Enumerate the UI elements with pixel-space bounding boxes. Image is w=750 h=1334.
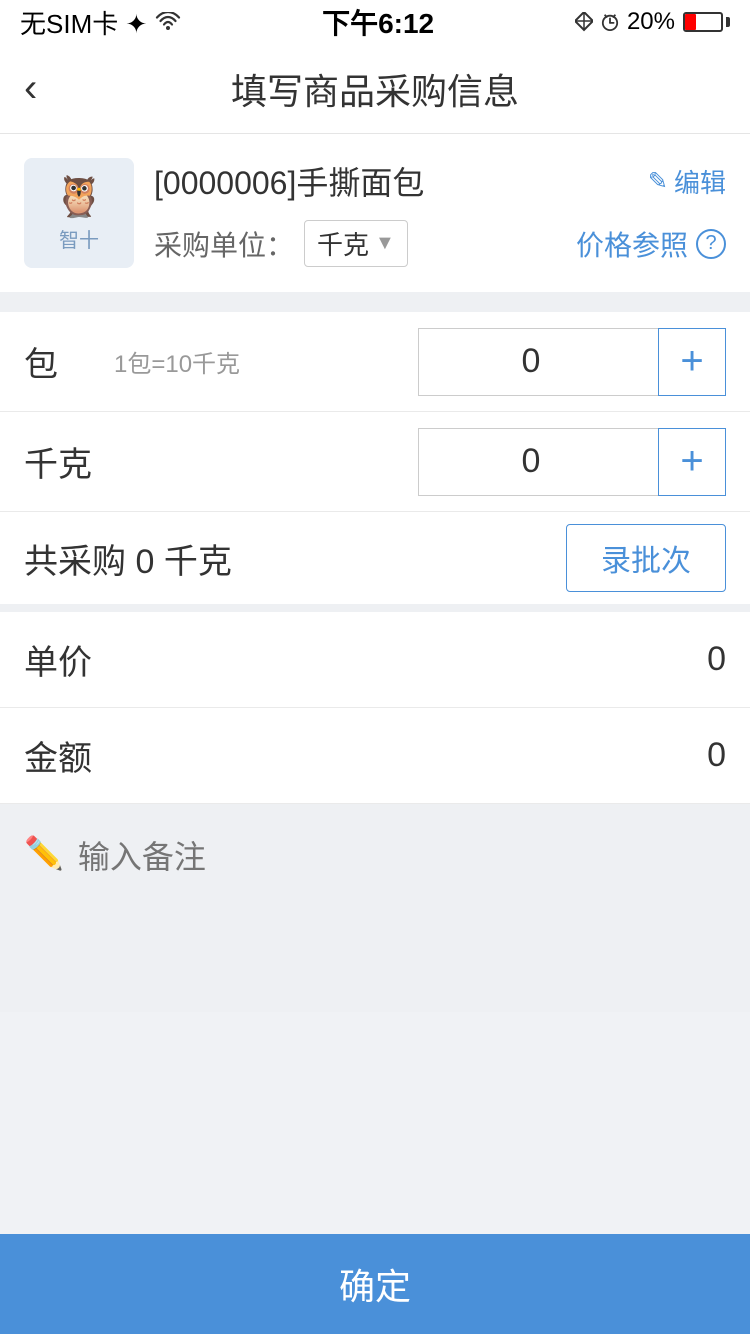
amount-label: 金额 [24, 731, 92, 780]
remark-section: ✏️ [0, 804, 750, 1012]
kg-plus-button[interactable]: + [658, 428, 726, 496]
summary-row: 共采购 0 千克 录批次 [0, 512, 750, 612]
product-logo: 🦉 [54, 173, 104, 220]
price-reference-button[interactable]: 价格参照 ? [576, 224, 726, 264]
product-info: [0000006]手撕面包 ✎ 编辑 采购单位： 千克 ▼ 价格参照 ? [154, 158, 726, 267]
location-icon [575, 12, 593, 32]
amount-row: 金额 0 [0, 708, 750, 804]
bag-label: 包 [24, 337, 104, 386]
status-left: 无SIM卡 ✦ [20, 4, 181, 41]
page-title: 填写商品采购信息 [231, 63, 519, 115]
edit-button[interactable]: ✎ 编辑 [648, 163, 726, 200]
product-card: 🦉 智十 [0000006]手撕面包 ✎ 编辑 采购单位： 千克 ▼ [0, 134, 750, 300]
confirm-label: 确定 [339, 1258, 411, 1310]
back-button[interactable]: ‹ [24, 66, 37, 111]
unit-select[interactable]: 千克 ▼ [304, 220, 408, 267]
status-time: 下午6:12 [322, 2, 434, 42]
status-right: 20% [575, 8, 730, 36]
kg-quantity-input[interactable] [418, 428, 658, 496]
amount-value: 0 [707, 736, 726, 775]
batch-button[interactable]: 录批次 [566, 524, 726, 592]
edit-icon: ✎ [648, 167, 668, 196]
unit-dropdown-arrow: ▼ [375, 232, 395, 255]
pencil-icon: ✏️ [24, 834, 64, 872]
status-bar: 无SIM卡 ✦ 下午6:12 20% [0, 0, 750, 44]
bag-input-right: + [418, 328, 726, 396]
product-logo-text: 智十 [59, 224, 99, 253]
section-divider-1 [0, 300, 750, 312]
unit-price-label: 单价 [24, 635, 92, 684]
bag-plus-button[interactable]: + [658, 328, 726, 396]
remark-input[interactable] [78, 832, 726, 984]
product-name: [0000006]手撕面包 [154, 158, 424, 204]
unit-price-row: 单价 0 [0, 612, 750, 708]
main-content: 🦉 智十 [0000006]手撕面包 ✎ 编辑 采购单位： 千克 ▼ [0, 134, 750, 1112]
confirm-bar[interactable]: 确定 [0, 1234, 750, 1334]
product-unit-row: 采购单位： 千克 ▼ 价格参照 ? [154, 220, 726, 267]
kg-input-right: + [418, 428, 726, 496]
unit-price-value: 0 [707, 640, 726, 679]
alarm-icon [601, 12, 619, 32]
summary-text: 共采购 0 千克 [24, 534, 232, 583]
wifi-icon [155, 12, 181, 32]
nav-bar: ‹ 填写商品采购信息 [0, 44, 750, 134]
kg-input-row: 千克 + [0, 412, 750, 512]
unit-label: 采购单位： [154, 224, 294, 264]
battery-percent: 20% [627, 8, 675, 36]
product-name-row: [0000006]手撕面包 ✎ 编辑 [154, 158, 726, 204]
input-section: 包 1包=10千克 + 千克 + [0, 312, 750, 512]
kg-label: 千克 [24, 437, 104, 486]
price-info-section: 单价 0 金额 0 [0, 612, 750, 804]
bag-quantity-input[interactable] [418, 328, 658, 396]
product-image: 🦉 智十 [24, 158, 134, 268]
price-ref-icon: ? [696, 229, 726, 259]
battery-icon [683, 12, 730, 32]
sim-status: 无SIM卡 ✦ [20, 4, 147, 41]
summary-amount: 0 [135, 543, 154, 581]
bag-input-row: 包 1包=10千克 + [0, 312, 750, 412]
bag-sub-label: 1包=10千克 [114, 344, 418, 379]
